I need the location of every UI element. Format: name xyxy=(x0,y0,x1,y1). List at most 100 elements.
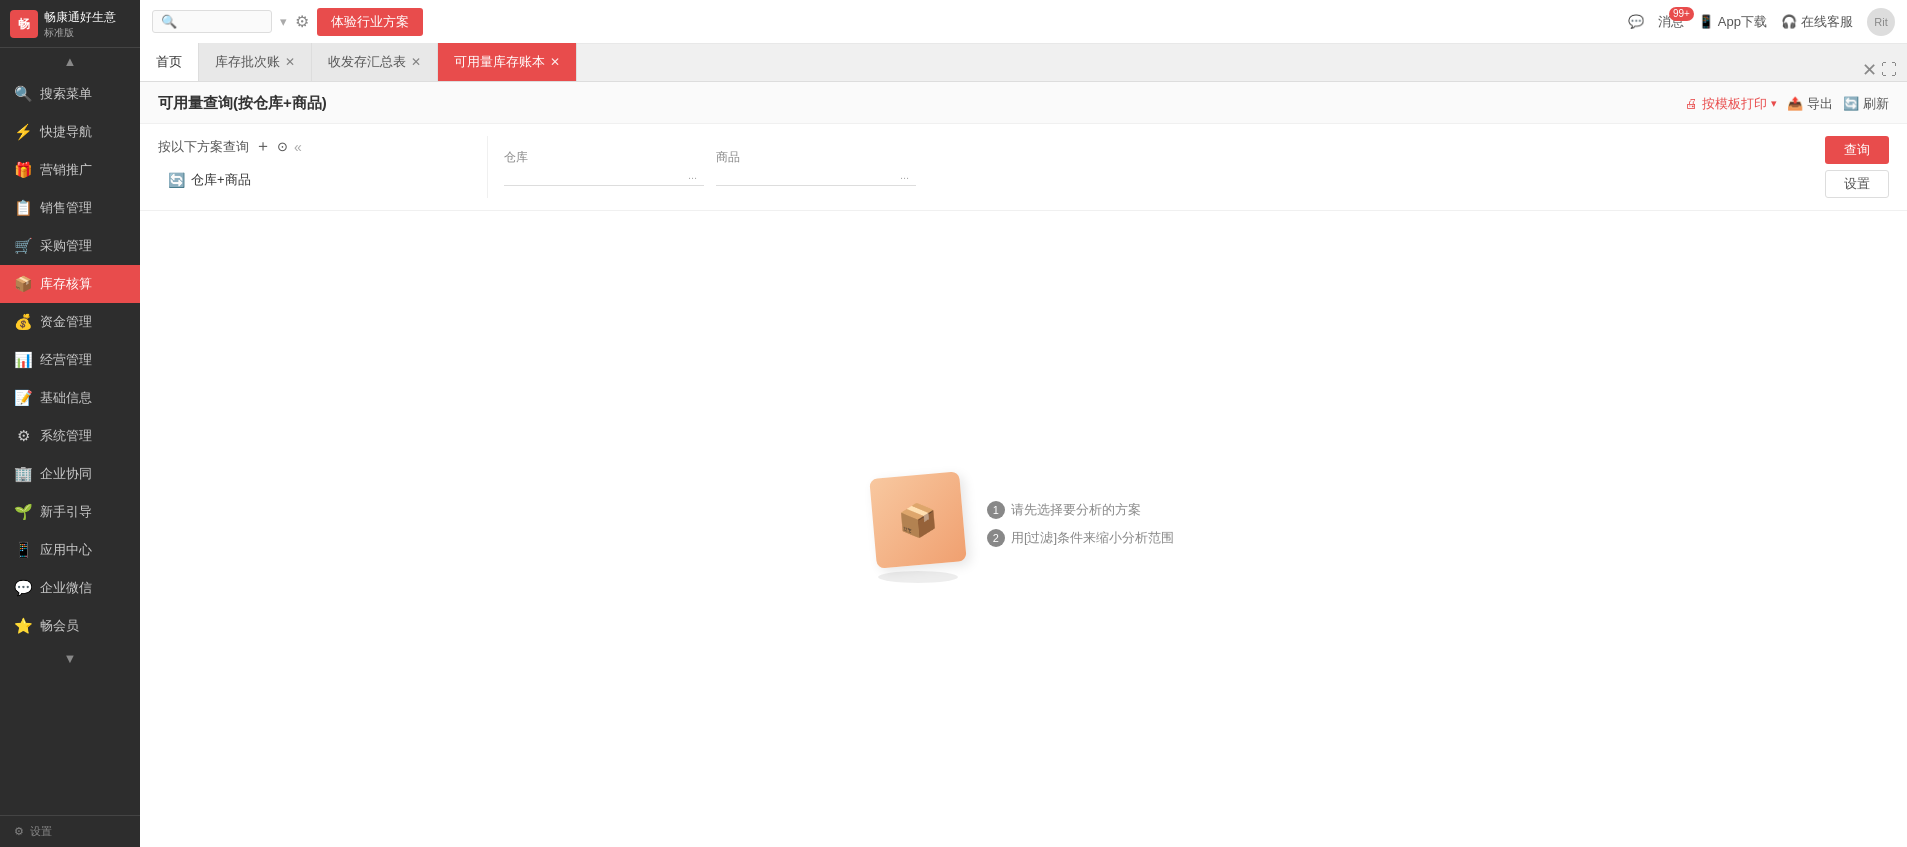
tab-available-ledger[interactable]: 可用量库存账本 ✕ xyxy=(438,43,577,81)
export-icon: 📤 xyxy=(1787,96,1803,111)
sidebar-item-finance[interactable]: 💰 资金管理 xyxy=(0,303,140,341)
tabs-bar: 首页 库存批次账 ✕ 收发存汇总表 ✕ 可用量库存账本 ✕ ✕ ⛶ xyxy=(140,44,1907,82)
scheme-icon: 🔄 xyxy=(168,172,185,188)
scheme-settings-button[interactable]: ⊙ xyxy=(277,139,288,154)
product-input-wrap: ... xyxy=(716,168,916,186)
marketing-icon: 🎁 xyxy=(14,161,32,179)
warehouse-input[interactable] xyxy=(504,168,684,183)
warehouse-input-wrap: ... xyxy=(504,168,704,186)
empty-tips: 1 请先选择要分析的方案 2 用[过滤]条件来缩小分析范围 xyxy=(987,501,1174,557)
topbar-search-icon: 🔍 xyxy=(161,14,177,29)
avatar: Rit xyxy=(1867,8,1895,36)
refresh-button[interactable]: 🔄 刷新 xyxy=(1843,95,1889,113)
sidebar-item-search[interactable]: 🔍 搜索菜单 xyxy=(0,75,140,113)
tab-available-ledger-close[interactable]: ✕ xyxy=(550,55,560,69)
topbar: 🔍 ▾ ⚙ 体验行业方案 💬 99+ 消息 📱 App下载 🎧 在线客服 Rit xyxy=(140,0,1907,44)
topbar-right: 💬 99+ 消息 📱 App下载 🎧 在线客服 Rit xyxy=(1628,8,1895,36)
phone-icon: 📱 xyxy=(1698,14,1714,29)
trial-button[interactable]: 体验行业方案 xyxy=(317,8,423,36)
sidebar-scroll-down[interactable]: ▼ xyxy=(0,645,140,672)
empty-shadow xyxy=(878,571,958,583)
apps-icon: 📱 xyxy=(14,541,32,559)
expand-tab-button[interactable]: ⛶ xyxy=(1881,61,1897,79)
tab-batch-ledger[interactable]: 库存批次账 ✕ xyxy=(199,43,312,81)
shortcut-icon: ⚡ xyxy=(14,123,32,141)
search-icon: 🔍 xyxy=(14,85,32,103)
printer-icon: 🖨 xyxy=(1685,96,1698,111)
sidebar-item-member[interactable]: ⭐ 畅会员 xyxy=(0,607,140,645)
topbar-message[interactable]: 💬 99+ 消息 xyxy=(1628,13,1684,31)
page-header: 可用量查询(按仓库+商品) 🖨 按模板打印 ▾ 📤 导出 🔄 刷新 xyxy=(140,82,1907,124)
system-icon: ⚙ xyxy=(14,427,32,445)
query-button[interactable]: 查询 xyxy=(1825,136,1889,164)
empty-tip-2: 2 用[过滤]条件来缩小分析范围 xyxy=(987,529,1174,547)
tab-collect-ledger[interactable]: 收发存汇总表 ✕ xyxy=(312,43,438,81)
topbar-online-service[interactable]: 🎧 在线客服 xyxy=(1781,13,1853,31)
tab-batch-ledger-close[interactable]: ✕ xyxy=(285,55,295,69)
tabs-actions: ✕ ⛶ xyxy=(1852,59,1907,81)
refresh-icon: 🔄 xyxy=(1843,96,1859,111)
settings-icon: ⚙ xyxy=(14,825,24,838)
filter-row: 仓库 ... 商品 ... 查询 xyxy=(504,136,1889,198)
finance-icon: 💰 xyxy=(14,313,32,331)
page-title: 可用量查询(按仓库+商品) xyxy=(158,94,327,113)
sidebar-logo: 畅 xyxy=(10,10,38,38)
purchase-icon: 🛒 xyxy=(14,237,32,255)
filter-scheme-header: 按以下方案查询 ＋ ⊙ « xyxy=(158,136,477,157)
sidebar-item-enterprise[interactable]: 🏢 企业协同 xyxy=(0,455,140,493)
tab-collect-ledger-close[interactable]: ✕ xyxy=(411,55,421,69)
topbar-app-download[interactable]: 📱 App下载 xyxy=(1698,13,1767,31)
empty-box-icon: 📦 xyxy=(869,471,967,569)
sidebar-item-marketing[interactable]: 🎁 营销推广 xyxy=(0,151,140,189)
message-icon: 💬 xyxy=(1628,14,1644,29)
topbar-chevron-icon[interactable]: ▾ xyxy=(280,14,287,29)
page-content: 可用量查询(按仓库+商品) 🖨 按模板打印 ▾ 📤 导出 🔄 刷新 xyxy=(140,82,1907,847)
empty-state: 📦 1 请先选择要分析的方案 2 用[过滤]条件来缩小分析范围 xyxy=(140,211,1907,847)
collapse-scheme-button[interactable]: « xyxy=(294,139,302,155)
sidebar-item-inventory[interactable]: 📦 库存核算 xyxy=(0,265,140,303)
tab-home[interactable]: 首页 xyxy=(140,43,199,81)
sidebar-scroll-up[interactable]: ▲ xyxy=(0,48,140,75)
sidebar-item-operation[interactable]: 📊 经营管理 xyxy=(0,341,140,379)
filter-area: 按以下方案查询 ＋ ⊙ « 🔄 仓库+商品 仓库 . xyxy=(140,124,1907,211)
enterprise-icon: 🏢 xyxy=(14,465,32,483)
sidebar-item-apps[interactable]: 📱 应用中心 xyxy=(0,531,140,569)
template-print-button[interactable]: 🖨 按模板打印 ▾ xyxy=(1685,95,1777,113)
column-settings-button[interactable]: 设置 xyxy=(1825,170,1889,198)
filter-field-warehouse: 仓库 ... xyxy=(504,149,704,186)
main-area: 🔍 ▾ ⚙ 体验行业方案 💬 99+ 消息 📱 App下载 🎧 在线客服 Rit xyxy=(140,0,1907,847)
empty-illustration: 📦 xyxy=(873,475,963,583)
sidebar-item-basic[interactable]: 📝 基础信息 xyxy=(0,379,140,417)
add-scheme-button[interactable]: ＋ xyxy=(255,136,271,157)
inventory-icon: 📦 xyxy=(14,275,32,293)
export-button[interactable]: 📤 导出 xyxy=(1787,95,1833,113)
sidebar-header: 畅 畅康通好生意 标准版 xyxy=(0,0,140,48)
product-input[interactable] xyxy=(716,168,896,183)
topbar-gear-icon[interactable]: ⚙ xyxy=(295,12,309,31)
empty-tip-1: 1 请先选择要分析的方案 xyxy=(987,501,1174,519)
sidebar-item-wechat[interactable]: 💬 企业微信 xyxy=(0,569,140,607)
sidebar-item-shortcut[interactable]: ⚡ 快捷导航 xyxy=(0,113,140,151)
filter-field-product: 商品 ... xyxy=(716,149,916,186)
close-all-tabs-button[interactable]: ✕ xyxy=(1862,59,1877,81)
headset-icon: 🎧 xyxy=(1781,14,1797,29)
scheme-item-warehouse-product[interactable]: 🔄 仓库+商品 xyxy=(158,165,477,195)
sales-icon: 📋 xyxy=(14,199,32,217)
product-more-button[interactable]: ... xyxy=(900,169,909,181)
basic-icon: 📝 xyxy=(14,389,32,407)
sidebar-brand: 畅康通好生意 标准版 xyxy=(44,10,116,39)
sidebar-item-purchase[interactable]: 🛒 采购管理 xyxy=(0,227,140,265)
sidebar-item-sales[interactable]: 📋 销售管理 xyxy=(0,189,140,227)
sidebar-item-system[interactable]: ⚙ 系统管理 xyxy=(0,417,140,455)
sidebar-item-newbie[interactable]: 🌱 新手引导 xyxy=(0,493,140,531)
topbar-user[interactable]: Rit xyxy=(1867,8,1895,36)
page-actions: 🖨 按模板打印 ▾ 📤 导出 🔄 刷新 xyxy=(1685,95,1889,113)
topbar-search-input[interactable] xyxy=(181,15,261,29)
sidebar-footer[interactable]: ⚙ 设置 xyxy=(0,815,140,847)
topbar-search-wrap: 🔍 xyxy=(152,10,272,33)
filter-scheme-panel: 按以下方案查询 ＋ ⊙ « 🔄 仓库+商品 xyxy=(158,136,488,198)
warehouse-more-button[interactable]: ... xyxy=(688,169,697,181)
filter-fields-panel: 仓库 ... 商品 ... 查询 xyxy=(488,136,1889,198)
wechat-icon: 💬 xyxy=(14,579,32,597)
operation-icon: 📊 xyxy=(14,351,32,369)
